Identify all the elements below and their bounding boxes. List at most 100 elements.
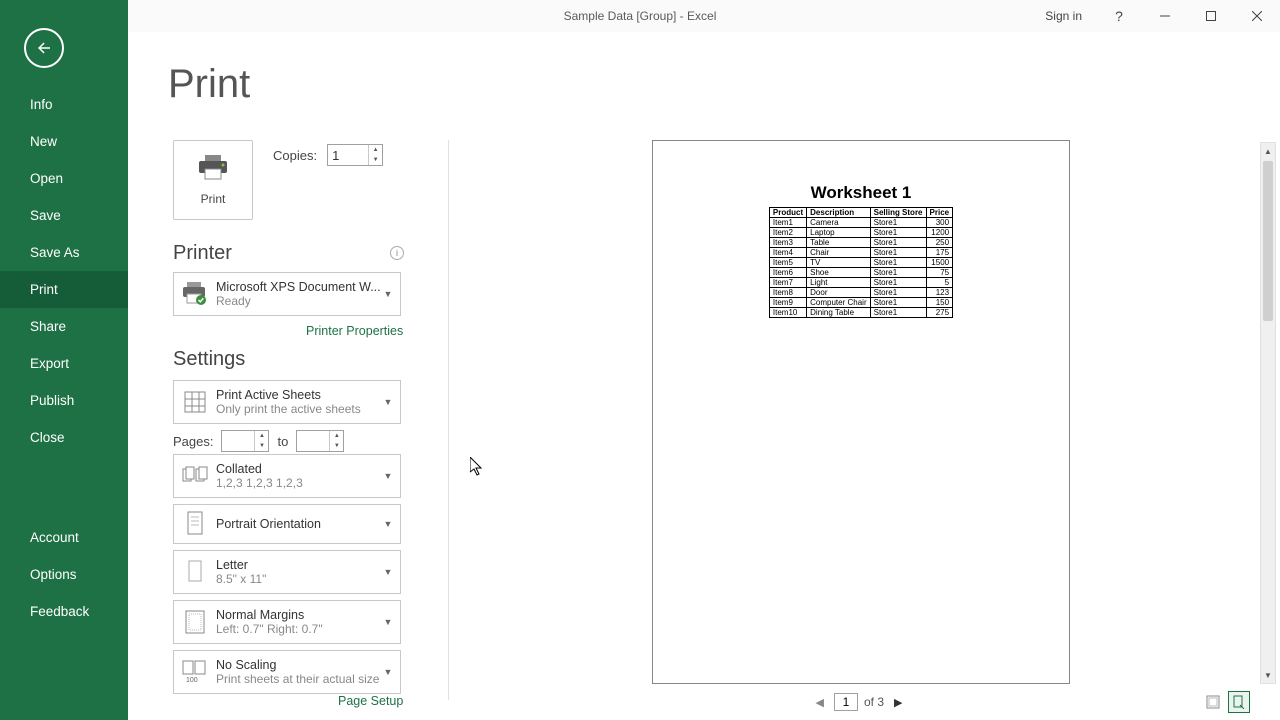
pages-label: Pages: [173,434,213,449]
scroll-thumb[interactable] [1263,161,1273,321]
spinner-down-icon[interactable]: ▼ [330,441,343,451]
table-cell: 123 [926,288,953,298]
sidebar-item-feedback[interactable]: Feedback [0,593,128,630]
sidebar-item-export[interactable]: Export [0,345,128,382]
paper-desc: 8.5" x 11" [216,572,382,586]
preview-scrollbar[interactable]: ▲ ▼ [1260,142,1276,684]
pages-to-spinner[interactable]: ▲▼ [296,430,344,452]
paper-size-dropdown[interactable]: Letter 8.5" x 11" ▼ [173,550,401,594]
maximize-button[interactable] [1188,0,1234,32]
copies-spinner[interactable]: ▲▼ [327,144,383,166]
chevron-down-icon: ▼ [382,397,394,407]
settings-heading: Settings [173,348,245,371]
table-row: Item1CameraStore1300 [769,218,952,228]
chevron-down-icon: ▼ [382,617,394,627]
pages-from-input[interactable] [222,431,254,451]
margins-icon [180,607,210,637]
collate-title: Collated [216,462,382,476]
printer-dropdown[interactable]: Microsoft XPS Document W... Ready ▼ [173,272,401,316]
table-header: Selling Store [870,208,926,218]
sidebar-item-print[interactable]: Print [0,271,128,308]
table-cell: Store1 [870,218,926,228]
table-cell: Laptop [807,228,870,238]
sidebar-item-new[interactable]: New [0,123,128,160]
minimize-button[interactable] [1142,0,1188,32]
table-cell: Dining Table [807,308,870,318]
help-button[interactable]: ? [1096,0,1142,32]
table-cell: Item2 [769,228,806,238]
spinner-up-icon[interactable]: ▲ [255,431,268,441]
pages-to-input[interactable] [297,431,329,451]
page-number-input[interactable] [834,693,858,711]
table-cell: Computer Chair [807,298,870,308]
table-cell: 75 [926,268,953,278]
next-page-button[interactable]: ▶ [890,696,906,709]
table-cell: Item1 [769,218,806,228]
info-icon[interactable]: i [390,246,404,260]
scaling-icon: 100 [180,657,210,687]
table-row: Item3TableStore1250 [769,238,952,248]
table-row: Item6ShoeStore175 [769,268,952,278]
print-what-title: Print Active Sheets [216,388,382,402]
table-cell: Chair [807,248,870,258]
page-icon [180,557,210,587]
scaling-desc: Print sheets at their actual size [216,672,382,686]
table-row: Item4ChairStore1175 [769,248,952,258]
printer-heading: Printer [173,242,232,265]
table-header: Product [769,208,806,218]
printer-status: Ready [216,294,382,308]
spinner-down-icon[interactable]: ▼ [255,441,268,451]
print-button[interactable]: Print [173,140,253,220]
table-cell: 5 [926,278,953,288]
collate-desc: 1,2,3 1,2,3 1,2,3 [216,476,382,490]
print-backstage: Print Print Copies: ▲▼ Printer i Microso… [128,32,1280,720]
copies-input[interactable] [328,145,368,165]
scaling-dropdown[interactable]: 100 No Scaling Print sheets at their act… [173,650,401,694]
sidebar-item-save-as[interactable]: Save As [0,234,128,271]
orientation-dropdown[interactable]: Portrait Orientation ▼ [173,504,401,544]
table-cell: 250 [926,238,953,248]
pages-from-spinner[interactable]: ▲▼ [221,430,269,452]
table-cell: Item8 [769,288,806,298]
divider [448,140,449,700]
table-row: Item7LightStore15 [769,278,952,288]
spinner-up-icon[interactable]: ▲ [369,145,382,155]
signin-link[interactable]: Sign in [1031,9,1096,23]
show-margins-button[interactable] [1202,691,1224,713]
back-button[interactable] [24,28,64,68]
table-row: Item2LaptopStore11200 [769,228,952,238]
print-what-dropdown[interactable]: Print Active Sheets Only print the activ… [173,380,401,424]
print-preview: Worksheet 1 ProductDescriptionSelling St… [652,140,1070,684]
sidebar-item-options[interactable]: Options [0,556,128,593]
orientation-title: Portrait Orientation [216,511,382,537]
close-button[interactable] [1234,0,1280,32]
scroll-up-icon[interactable]: ▲ [1261,143,1275,159]
table-cell: TV [807,258,870,268]
chevron-down-icon: ▼ [382,567,394,577]
sidebar-item-open[interactable]: Open [0,160,128,197]
prev-page-button[interactable]: ◀ [812,696,828,709]
sidebar-item-save[interactable]: Save [0,197,128,234]
spinner-down-icon[interactable]: ▼ [369,155,382,165]
pages-to-label: to [277,434,288,449]
sidebar-item-share[interactable]: Share [0,308,128,345]
spinner-up-icon[interactable]: ▲ [330,431,343,441]
printer-name: Microsoft XPS Document W... [216,280,382,294]
sidebar-item-publish[interactable]: Publish [0,382,128,419]
table-cell: Item7 [769,278,806,288]
margins-dropdown[interactable]: Normal Margins Left: 0.7" Right: 0.7" ▼ [173,600,401,644]
printer-properties-link[interactable]: Printer Properties [306,324,403,338]
table-cell: 150 [926,298,953,308]
sidebar-item-info[interactable]: Info [0,86,128,123]
zoom-to-page-button[interactable] [1228,691,1250,713]
table-cell: Store1 [870,268,926,278]
table-row: Item10Dining TableStore1275 [769,308,952,318]
sheets-icon [180,387,210,417]
scroll-down-icon[interactable]: ▼ [1261,667,1275,683]
table-cell: Store1 [870,248,926,258]
page-setup-link[interactable]: Page Setup [338,694,403,708]
copies-label: Copies: [273,148,317,163]
sidebar-item-close[interactable]: Close [0,419,128,456]
sidebar-item-account[interactable]: Account [0,519,128,556]
collate-dropdown[interactable]: Collated 1,2,3 1,2,3 1,2,3 ▼ [173,454,401,498]
